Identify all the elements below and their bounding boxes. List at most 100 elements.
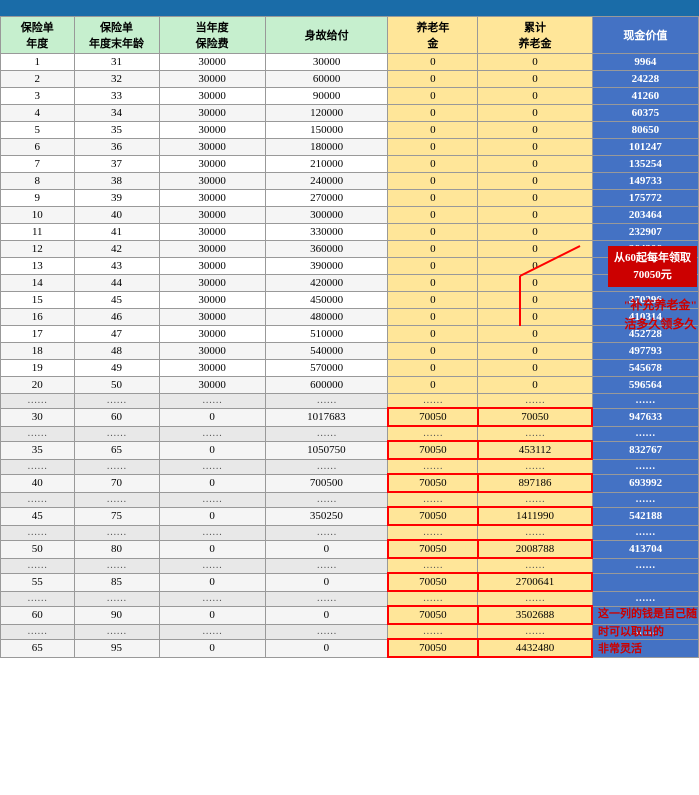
cell-cashval: 101247 [592, 139, 698, 156]
cell-year: 60 [1, 606, 75, 624]
cell-premium: 30000 [159, 258, 265, 275]
cell-death: 180000 [265, 139, 388, 156]
cell-cumul: 0 [478, 377, 592, 394]
cell-premium: 30000 [159, 241, 265, 258]
table-header: 保险单年度 保险单年度末年龄 当年度保险费 身故给付 养老年金 累计养老金 现金… [1, 17, 699, 54]
cell-death: 120000 [265, 105, 388, 122]
header-cumul: 累计养老金 [478, 17, 592, 54]
cell-year: 12 [1, 241, 75, 258]
cell-premium: 0 [159, 639, 265, 657]
cell-death: 700500 [265, 474, 388, 492]
dots-cell: …… [388, 459, 478, 474]
cell-cumul: 0 [478, 309, 592, 326]
cell-cashval: 149733 [592, 173, 698, 190]
header-death: 身故给付 [265, 17, 388, 54]
cell-year: 8 [1, 173, 75, 190]
dots-cell: …… [1, 394, 75, 409]
cell-pension: 0 [388, 139, 478, 156]
cell-death: 150000 [265, 122, 388, 139]
dots-cell: …… [159, 426, 265, 441]
cell-age: 85 [74, 573, 159, 591]
header-year: 保险单年度 [1, 17, 75, 54]
cell-year: 17 [1, 326, 75, 343]
dots-cell: …… [265, 492, 388, 507]
cell-year: 13 [1, 258, 75, 275]
cell-cumul: 0 [478, 156, 592, 173]
cell-cumul: 0 [478, 258, 592, 275]
dots-cell: …… [478, 525, 592, 540]
cell-pension: 70050 [388, 408, 478, 426]
cell-year: 5 [1, 122, 75, 139]
dots-cell: …… [478, 624, 592, 639]
dots-cell: …… [388, 591, 478, 606]
cell-death: 90000 [265, 88, 388, 105]
annotation-bottom-right: 这一列的钱是自己随时可以取出的非常灵活 [598, 606, 697, 659]
cell-premium: 30000 [159, 88, 265, 105]
cell-pension: 0 [388, 88, 478, 105]
cell-premium: 30000 [159, 326, 265, 343]
cell-pension: 0 [388, 258, 478, 275]
cell-death: 210000 [265, 156, 388, 173]
cell-year: 35 [1, 441, 75, 459]
cell-death: 270000 [265, 190, 388, 207]
cell-year: 19 [1, 360, 75, 377]
dots-cell: …… [592, 426, 698, 441]
cell-year: 55 [1, 573, 75, 591]
cell-death: 360000 [265, 241, 388, 258]
cell-death: 0 [265, 606, 388, 624]
cell-cashval: 175772 [592, 190, 698, 207]
cell-year: 2 [1, 71, 75, 88]
dots-cell: …… [159, 591, 265, 606]
dots-cell: …… [74, 558, 159, 573]
dots-cell: …… [74, 624, 159, 639]
cell-pension: 0 [388, 360, 478, 377]
cell-cumul: 897186 [478, 474, 592, 492]
dots-cell: …… [388, 624, 478, 639]
cell-premium: 30000 [159, 190, 265, 207]
cell-cashval: 832767 [592, 441, 698, 459]
cell-premium: 0 [159, 540, 265, 558]
cell-age: 42 [74, 241, 159, 258]
cell-death: 30000 [265, 54, 388, 71]
page-title [0, 0, 699, 16]
cell-premium: 30000 [159, 275, 265, 292]
cell-cumul: 2700641 [478, 573, 592, 591]
cell-premium: 30000 [159, 207, 265, 224]
cell-pension: 0 [388, 292, 478, 309]
cell-age: 70 [74, 474, 159, 492]
cell-age: 45 [74, 292, 159, 309]
cell-premium: 30000 [159, 122, 265, 139]
header-premium: 当年度保险费 [159, 17, 265, 54]
cell-year: 1 [1, 54, 75, 71]
dots-cell: …… [159, 394, 265, 409]
cell-age: 75 [74, 507, 159, 525]
page-wrapper: 保险单年度 保险单年度末年龄 当年度保险费 身故给付 养老年金 累计养老金 现金… [0, 0, 699, 658]
cell-cumul: 0 [478, 71, 592, 88]
cell-premium: 0 [159, 408, 265, 426]
cell-year: 7 [1, 156, 75, 173]
dots-cell: …… [478, 426, 592, 441]
dots-cell: …… [1, 591, 75, 606]
cell-cumul: 0 [478, 360, 592, 377]
cell-year: 6 [1, 139, 75, 156]
header-age: 保险单年度末年龄 [74, 17, 159, 54]
cell-cashval: 693992 [592, 474, 698, 492]
cell-cashval: 545678 [592, 360, 698, 377]
dots-cell: …… [265, 525, 388, 540]
cell-death: 0 [265, 639, 388, 657]
cell-pension: 70050 [388, 573, 478, 591]
cell-age: 41 [74, 224, 159, 241]
dots-cell: …… [265, 459, 388, 474]
cell-cumul: 0 [478, 54, 592, 71]
cell-year: 10 [1, 207, 75, 224]
cell-premium: 30000 [159, 71, 265, 88]
cell-death: 60000 [265, 71, 388, 88]
dots-cell: …… [265, 591, 388, 606]
cell-cumul: 0 [478, 224, 592, 241]
cell-cumul: 4432480 [478, 639, 592, 657]
cell-cumul: 0 [478, 207, 592, 224]
cell-pension: 70050 [388, 441, 478, 459]
dots-cell: …… [1, 492, 75, 507]
dots-cell: …… [159, 492, 265, 507]
cell-cumul: 453112 [478, 441, 592, 459]
